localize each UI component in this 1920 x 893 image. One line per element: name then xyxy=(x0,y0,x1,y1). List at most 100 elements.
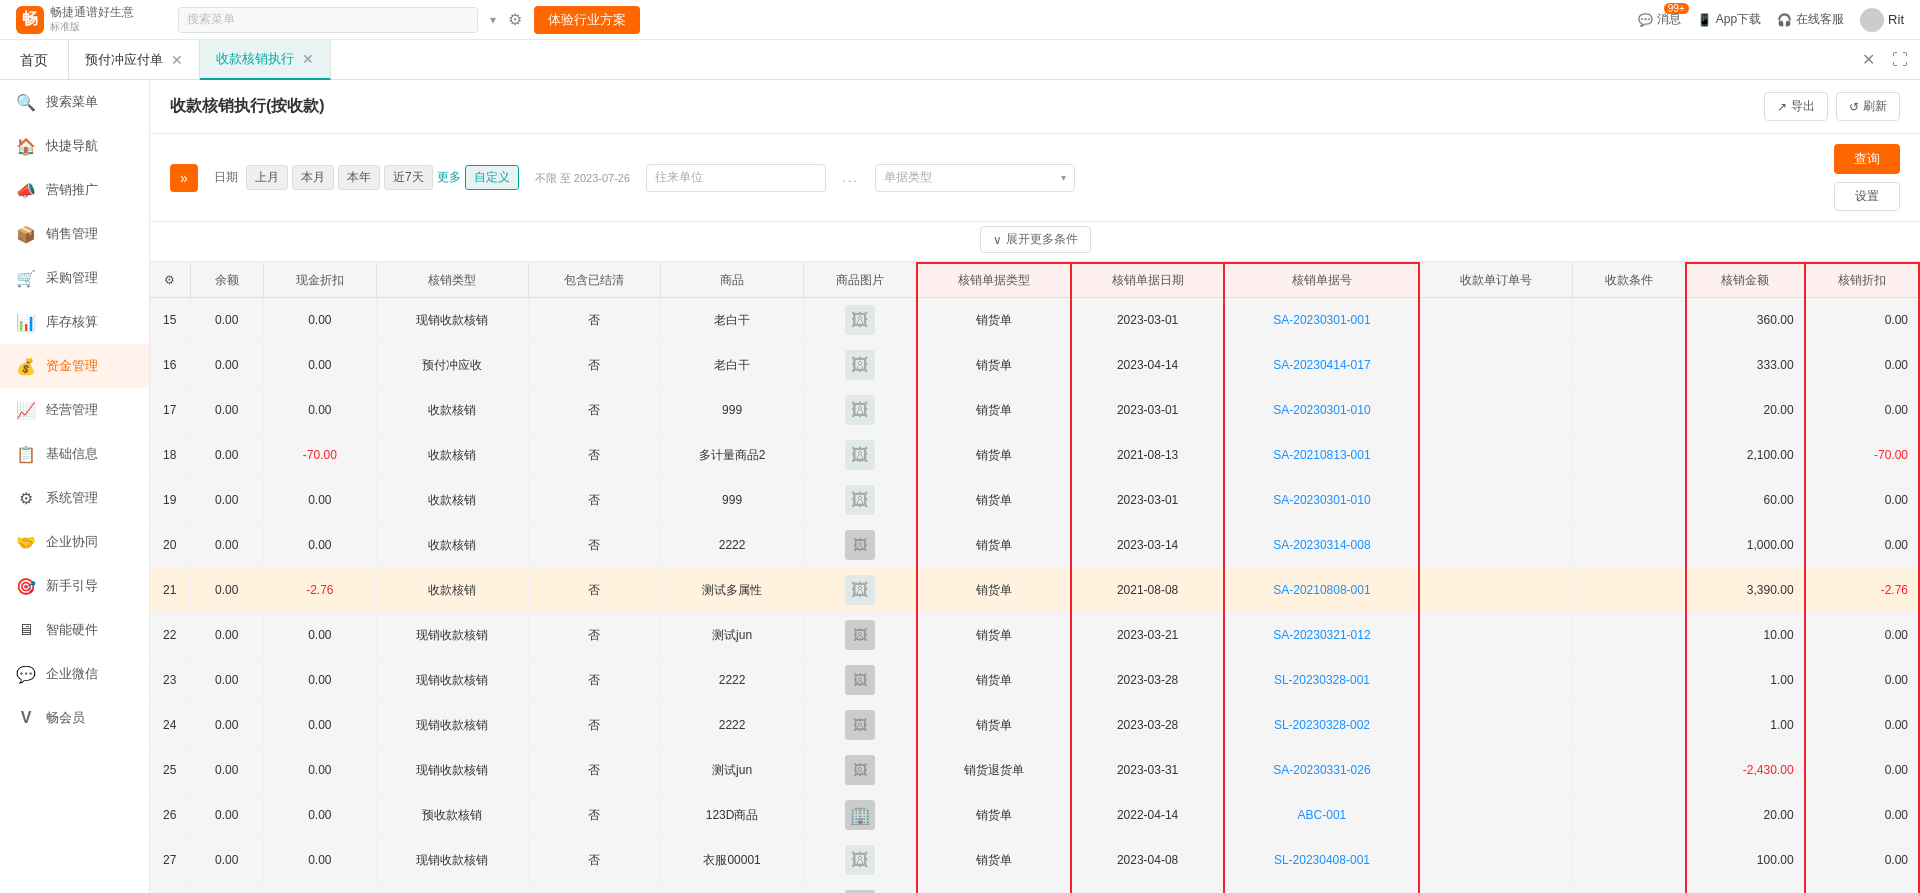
sidebar-item-member[interactable]: V 畅会员 xyxy=(0,696,149,740)
last-7-days-btn[interactable]: 近7天 xyxy=(384,165,433,190)
custom-date-btn[interactable]: 自定义 xyxy=(465,165,519,190)
sidebar-item-operation[interactable]: 📈 经营管理 xyxy=(0,388,149,432)
row-id: 23 xyxy=(150,658,190,703)
row-bill-no[interactable]: SA-20230414-017 xyxy=(1224,343,1419,388)
row-product: 2222 xyxy=(660,658,803,703)
home-icon: 🏠 xyxy=(16,136,36,156)
message-button[interactable]: 💬 消息 99+ xyxy=(1638,11,1681,28)
col-bill-date: 核销单据日期 xyxy=(1071,263,1225,298)
online-service-button[interactable]: 🎧 在线客服 xyxy=(1777,11,1844,28)
row-bill-no[interactable]: SL-20230328-002 xyxy=(1224,703,1419,748)
close-tab-button[interactable]: ✕ xyxy=(1856,48,1880,72)
table-row: 18 0.00 -70.00 收款核销 否 多计量商品2 🖼 销货单 2021-… xyxy=(150,433,1919,478)
bill-type-select[interactable]: 单据类型 ▾ xyxy=(875,164,1075,192)
settings-icon[interactable]: ⚙ xyxy=(508,10,522,29)
row-bill-no[interactable]: SA-20210808-001 xyxy=(1224,568,1419,613)
user-area[interactable]: Rit xyxy=(1860,8,1904,32)
member-icon: V xyxy=(16,708,36,728)
filter-date-group: 日期 上月 本月 本年 近7天 更多 自定义 xyxy=(214,165,519,190)
headset-icon: 🎧 xyxy=(1777,13,1792,27)
refresh-button[interactable]: ↺ 刷新 xyxy=(1836,92,1900,121)
sidebar-item-system[interactable]: ⚙ 系统管理 xyxy=(0,476,149,520)
sidebar-item-hardware[interactable]: 🖥 智能硬件 xyxy=(0,608,149,652)
row-verify-amount: 10.00 xyxy=(1686,613,1805,658)
row-receipt-order-no xyxy=(1419,703,1572,748)
table-row: 20 0.00 0.00 收款核销 否 2222 🖼 销货单 2023-03-1… xyxy=(150,523,1919,568)
row-receipt-order-no xyxy=(1419,433,1572,478)
search-bar-top: 搜索菜单 xyxy=(178,7,478,33)
col-cash-discount: 现金折扣 xyxy=(264,263,377,298)
maximize-button[interactable]: ⛶ xyxy=(1888,48,1912,72)
more-date-btn[interactable]: 更多 xyxy=(437,169,461,186)
export-button[interactable]: ↗ 导出 xyxy=(1764,92,1828,121)
row-bill-no[interactable]: SA-20230301-010 xyxy=(1224,478,1419,523)
sidebar-item-finance[interactable]: 💰 资金管理 xyxy=(0,344,149,388)
expand-more-button[interactable]: ∨ 展开更多条件 xyxy=(980,226,1091,253)
sidebar-item-sales[interactable]: 📦 销售管理 xyxy=(0,212,149,256)
row-bill-no[interactable]: SA-20230314-008 xyxy=(1224,523,1419,568)
row-receipt-condition xyxy=(1572,703,1686,748)
partner-filter[interactable]: 往来单位 xyxy=(646,164,826,192)
row-includes-settled: 否 xyxy=(528,433,660,478)
row-bill-type: 销货单 xyxy=(917,883,1071,894)
sidebar-item-guide[interactable]: 🎯 新手引导 xyxy=(0,564,149,608)
row-bill-type: 销货单 xyxy=(917,478,1071,523)
row-bill-date: 2023-04-14 xyxy=(1071,343,1225,388)
filter-expand-button[interactable]: » xyxy=(170,164,198,192)
row-balance: 0.00 xyxy=(190,298,264,343)
col-balance: 余额 xyxy=(190,263,264,298)
sidebar-item-enterprise[interactable]: 🤝 企业协同 xyxy=(0,520,149,564)
sidebar-item-wechat[interactable]: 💬 企业微信 xyxy=(0,652,149,696)
row-bill-no[interactable]: SA-20230321-012 xyxy=(1224,613,1419,658)
row-bill-no[interactable]: SA-20210813-001 xyxy=(1224,433,1419,478)
row-bill-no[interactable]: SA-20230331-026 xyxy=(1224,748,1419,793)
app-download-button[interactable]: 📱 App下载 xyxy=(1697,11,1761,28)
header-actions: ↗ 导出 ↺ 刷新 xyxy=(1764,92,1900,121)
sidebar-item-search[interactable]: 🔍 搜索菜单 xyxy=(0,80,149,124)
tab-close-prepay[interactable]: ✕ xyxy=(171,40,183,80)
row-bill-no[interactable]: SA-20230301-001 xyxy=(1224,298,1419,343)
sales-icon: 📦 xyxy=(16,224,36,244)
filter-dots: ... xyxy=(842,170,859,185)
row-cash-discount: 0.00 xyxy=(264,478,377,523)
row-includes-settled: 否 xyxy=(528,658,660,703)
row-id: 18 xyxy=(150,433,190,478)
row-bill-no[interactable]: SL-20230418-001 xyxy=(1224,883,1419,894)
row-bill-no[interactable]: SL-20230328-001 xyxy=(1224,658,1419,703)
product-image: 🖼 xyxy=(845,665,875,695)
column-settings-button[interactable]: 设置 xyxy=(1834,182,1900,211)
sidebar-item-base-info[interactable]: 📋 基础信息 xyxy=(0,432,149,476)
sidebar-item-inventory[interactable]: 📊 库存核算 xyxy=(0,300,149,344)
industry-solution-button[interactable]: 体验行业方案 xyxy=(534,6,640,34)
this-year-btn[interactable]: 本年 xyxy=(338,165,380,190)
row-balance: 0.00 xyxy=(190,838,264,883)
row-product-img: 🏢 xyxy=(804,793,918,838)
row-bill-no[interactable]: SL-20230408-001 xyxy=(1224,838,1419,883)
tab-close-verify[interactable]: ✕ xyxy=(302,39,314,79)
sidebar-item-marketing[interactable]: 📣 营销推广 xyxy=(0,168,149,212)
col-gear[interactable]: ⚙ xyxy=(150,263,190,298)
avatar xyxy=(1860,8,1884,32)
row-balance: 0.00 xyxy=(190,703,264,748)
row-product-img: 🖼 xyxy=(804,748,918,793)
row-verify-discount: 0.00 xyxy=(1805,298,1919,343)
tab-home[interactable]: 首页 xyxy=(0,40,69,80)
row-balance: 0.00 xyxy=(190,433,264,478)
row-bill-type: 销货单 xyxy=(917,343,1071,388)
row-product: 2222 xyxy=(660,523,803,568)
row-bill-no[interactable]: SA-20230301-010 xyxy=(1224,388,1419,433)
row-cash-discount: 0.00 xyxy=(264,883,377,894)
sidebar-item-purchase[interactable]: 🛒 采购管理 xyxy=(0,256,149,300)
row-verify-type: 预收款核销 xyxy=(376,793,528,838)
sidebar-item-quick-nav[interactable]: 🏠 快捷导航 xyxy=(0,124,149,168)
row-id: 21 xyxy=(150,568,190,613)
row-bill-type: 销货退货单 xyxy=(917,748,1071,793)
row-id: 26 xyxy=(150,793,190,838)
query-button[interactable]: 查询 xyxy=(1834,144,1900,174)
row-bill-no[interactable]: ABC-001 xyxy=(1224,793,1419,838)
tab-prepay[interactable]: 预付冲应付单 ✕ xyxy=(69,40,200,80)
this-month-btn[interactable]: 本月 xyxy=(292,165,334,190)
message-icon: 💬 xyxy=(1638,13,1653,27)
last-month-btn[interactable]: 上月 xyxy=(246,165,288,190)
tab-verify[interactable]: 收款核销执行 ✕ xyxy=(200,40,331,80)
